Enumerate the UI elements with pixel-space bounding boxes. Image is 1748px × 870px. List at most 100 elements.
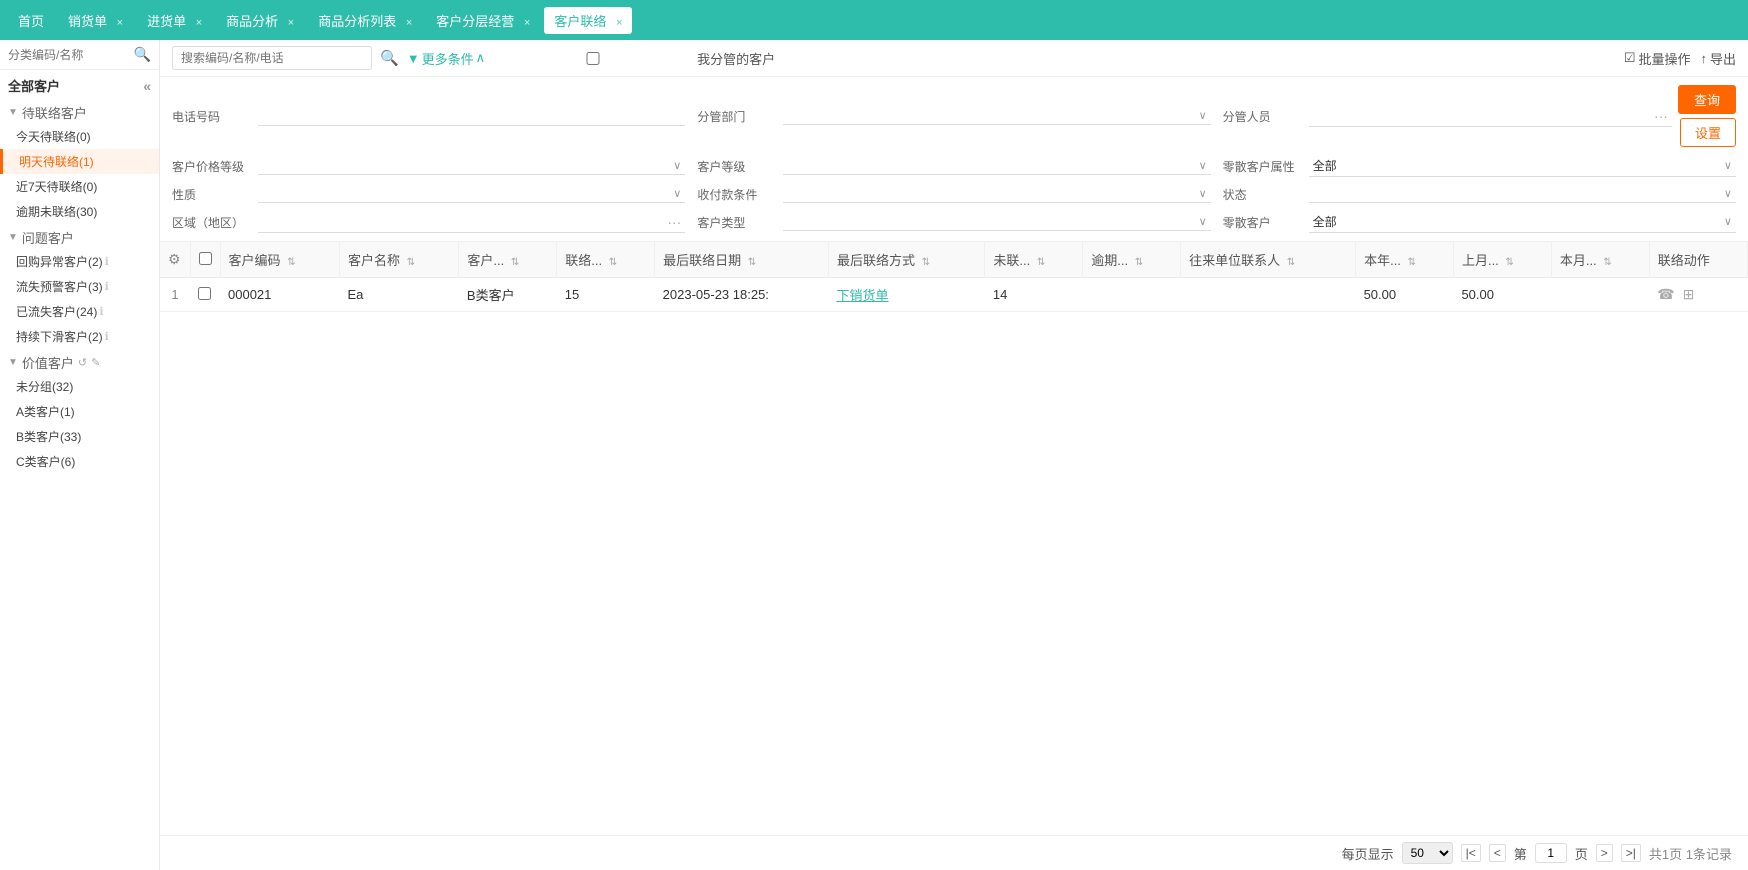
region-more-dots[interactable]: ··· [667, 214, 681, 230]
my-customers-filter[interactable]: 我分管的客户 [493, 49, 775, 68]
sort-this-month[interactable]: ⇅ [1603, 257, 1611, 268]
sidebar-item-7days-contact[interactable]: 近7天待联络(0) [0, 174, 159, 199]
nav-product-analysis[interactable]: 商品分析 × [216, 7, 304, 34]
person-more-dots[interactable]: ··· [1654, 108, 1668, 124]
close-purchase-order[interactable]: × [196, 17, 202, 29]
last-method-link[interactable]: 下销货单 [837, 288, 889, 303]
sort-company-contact[interactable]: ⇅ [1287, 257, 1295, 268]
sidebar-item-declining-customers[interactable]: 持续下滑客户(2) ℹ [0, 324, 159, 349]
sidebar-item-lost-customers[interactable]: 已流失客户(24) ℹ [0, 299, 159, 324]
close-customer-contact[interactable]: × [616, 17, 622, 29]
query-btn[interactable]: 查询 [1678, 85, 1736, 114]
sort-this-year[interactable]: ⇅ [1408, 257, 1416, 268]
retail-cust-select[interactable]: 全部 ∨ [1309, 211, 1736, 233]
person-select[interactable]: ··· [1309, 106, 1672, 127]
nav-sales-order[interactable]: 销货单 × [58, 7, 133, 34]
sidebar-item-ungrouped[interactable]: 未分组(32) [0, 374, 159, 399]
sort-uncontacted[interactable]: ⇅ [1037, 257, 1045, 268]
person-label: 分管人员 [1223, 108, 1303, 125]
dept-select-arrow: ∨ [1199, 109, 1207, 122]
last-page-btn[interactable]: >| [1621, 844, 1641, 862]
close-sales-order[interactable]: × [117, 17, 123, 29]
col-checkbox[interactable] [190, 242, 220, 278]
col-code: 客户编码 ⇅ [220, 242, 339, 278]
pagination: 每页显示 50 100 200 |< < 第 页 > >| 共1页 1条记录 [160, 835, 1748, 870]
sort-overdue[interactable]: ⇅ [1135, 257, 1143, 268]
cust-type-arrow: ∨ [1199, 215, 1207, 228]
sidebar-item-tomorrow-contact[interactable]: 明天待联络(1) [0, 149, 159, 174]
phone-input[interactable] [258, 107, 685, 126]
my-customers-checkbox[interactable] [493, 52, 693, 65]
close-product-analysis[interactable]: × [288, 17, 294, 29]
sort-last-method[interactable]: ⇅ [922, 257, 930, 268]
search-input[interactable] [172, 46, 372, 70]
table-area: ⚙ 客户编码 ⇅ 客户名称 ⇅ 客户... ⇅ 联络... ⇅ 最后联络日期 ⇅… [160, 242, 1748, 835]
per-page-select[interactable]: 50 100 200 [1402, 842, 1453, 864]
sidebar-search-input[interactable] [8, 48, 130, 62]
customer-table: ⚙ 客户编码 ⇅ 客户名称 ⇅ 客户... ⇅ 联络... ⇅ 最后联络日期 ⇅… [160, 242, 1748, 312]
all-customers-label: 全部客户 [8, 76, 60, 95]
sidebar-item-today-contact[interactable]: 今天待联络(0) [0, 124, 159, 149]
sidebar-item-class-b[interactable]: B类客户(33) [0, 424, 159, 449]
nature-select[interactable]: ∨ [258, 185, 685, 203]
settings-btn[interactable]: 设置 [1680, 118, 1736, 147]
grid-action-icon[interactable]: ⊞ [1683, 286, 1695, 303]
dept-label: 分管部门 [697, 108, 777, 125]
sort-name[interactable]: ⇅ [407, 257, 415, 268]
first-page-btn[interactable]: |< [1461, 844, 1481, 862]
nav-product-analysis-list[interactable]: 商品分析列表 × [308, 7, 422, 34]
status-select[interactable]: ∨ [1309, 185, 1736, 203]
sidebar-item-class-c[interactable]: C类客户(6) [0, 449, 159, 474]
row-checkbox[interactable] [198, 287, 211, 300]
close-product-analysis-list[interactable]: × [406, 17, 412, 29]
col-gear[interactable]: ⚙ [160, 242, 190, 278]
page-input[interactable] [1535, 843, 1567, 863]
sort-cust-type[interactable]: ⇅ [511, 257, 519, 268]
payment-select[interactable]: ∨ [783, 185, 1210, 203]
call-action-icon[interactable]: ☎ [1657, 286, 1674, 303]
row-last-date: 2023-05-23 18:25: [655, 278, 829, 312]
next-page-btn[interactable]: > [1596, 844, 1613, 862]
sort-last-date[interactable]: ⇅ [748, 257, 756, 268]
region-select[interactable]: ··· [258, 212, 685, 233]
prev-page-btn[interactable]: < [1489, 844, 1506, 862]
filter-search-icon[interactable]: 🔍 [380, 49, 399, 67]
retail-attr-value: 全部 [1313, 157, 1337, 174]
adv-filter-panel: 电话号码 分管部门 ∨ 分管人员 ··· 查询 设置 [160, 77, 1748, 242]
cust-level-select[interactable]: ∨ [783, 157, 1210, 175]
nav-home[interactable]: 首页 [8, 7, 54, 34]
sort-contact-count[interactable]: ⇅ [609, 257, 617, 268]
row-checkbox-cell[interactable] [190, 278, 220, 312]
more-conditions-btn[interactable]: ▼ 更多条件 ∧ [407, 49, 485, 68]
row-last-method[interactable]: 下销货单 [829, 278, 985, 312]
gear-icon[interactable]: ⚙ [168, 251, 181, 267]
batch-op-btn[interactable]: ☑ 批量操作 [1624, 49, 1691, 68]
sidebar-item-overdue-contact[interactable]: 逾期未联络(30) [0, 199, 159, 224]
dept-select[interactable]: ∨ [783, 107, 1210, 125]
col-company-contact: 往来单位联系人 ⇅ [1181, 242, 1356, 278]
nav-customer-contact[interactable]: 客户联络 × [544, 7, 632, 34]
sort-code[interactable]: ⇅ [287, 257, 295, 268]
row-actions: ☎ ⊞ [1649, 278, 1747, 312]
sidebar-item-abnormal-repurchase[interactable]: 回购异常客户(2) ℹ [0, 249, 159, 274]
sidebar-search-icon[interactable]: 🔍 [134, 46, 151, 63]
export-btn[interactable]: ↑ 导出 [1700, 49, 1736, 68]
cust-type-select[interactable]: ∨ [783, 213, 1210, 231]
nav-purchase-order[interactable]: 进货单 × [137, 7, 212, 34]
adv-filter-retail-attr: 零散客户属性 全部 ∨ [1223, 155, 1736, 177]
retail-cust-value: 全部 [1313, 213, 1337, 230]
cust-price-select[interactable]: ∨ [258, 157, 685, 175]
value-refresh-icon[interactable]: ↺ [78, 356, 87, 369]
close-customer-tier[interactable]: × [524, 17, 530, 29]
value-edit-icon[interactable]: ✎ [91, 356, 100, 369]
retail-attr-label: 零散客户属性 [1223, 158, 1303, 175]
select-all-checkbox[interactable] [199, 252, 212, 265]
sidebar-collapse-btn[interactable]: « [143, 78, 151, 94]
sort-last-month[interactable]: ⇅ [1505, 257, 1513, 268]
sidebar-item-churn-warning[interactable]: 流失预警客户(3) ℹ [0, 274, 159, 299]
adv-filter-cust-level: 客户等级 ∨ [697, 155, 1210, 177]
per-page-label: 每页显示 [1342, 844, 1394, 863]
nav-customer-tier[interactable]: 客户分层经营 × [426, 7, 540, 34]
retail-attr-select[interactable]: 全部 ∨ [1309, 155, 1736, 177]
sidebar-item-class-a[interactable]: A类客户(1) [0, 399, 159, 424]
